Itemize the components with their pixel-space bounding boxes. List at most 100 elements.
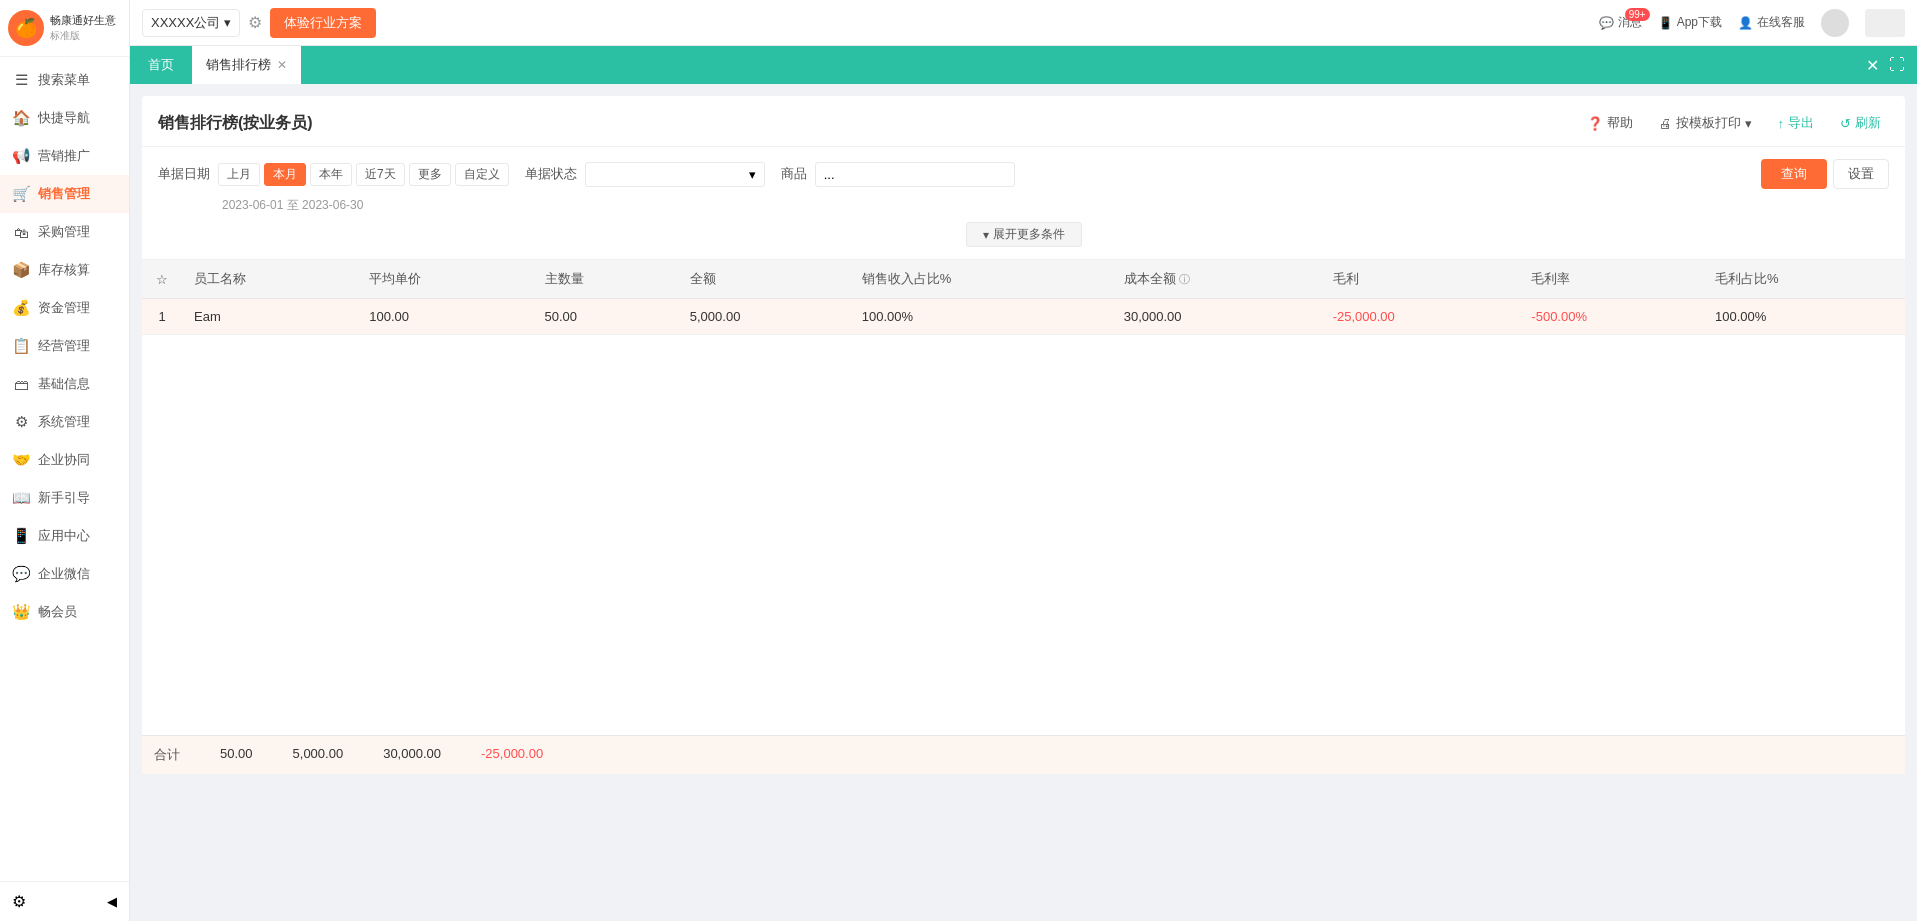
chevron-down-icon: ▾ [224, 15, 231, 30]
sidebar-label-sales: 销售管理 [38, 185, 90, 203]
export-label: 导出 [1788, 114, 1814, 132]
collapse-icon[interactable]: ◀ [107, 894, 117, 909]
sidebar-label-app-center: 应用中心 [38, 527, 90, 545]
goods-select[interactable]: ... [815, 162, 1015, 187]
expand-conditions-button[interactable]: ▾ 展开更多条件 [966, 222, 1082, 247]
sidebar-item-wechat[interactable]: 💬企业微信 [0, 555, 129, 593]
tab-close-icon[interactable]: ✕ [277, 58, 287, 72]
app-icon: 📱 [1658, 16, 1673, 30]
gear-icon[interactable]: ⚙ [248, 13, 262, 32]
message-icon: 💬 [1599, 16, 1614, 30]
export-button[interactable]: ↑ 导出 [1770, 110, 1823, 136]
logo-area: 🍊 畅康通好生意 标准版 [0, 0, 129, 57]
tab-home[interactable]: 首页 [130, 46, 192, 84]
settings-button[interactable]: 设置 [1833, 159, 1889, 189]
cell-gross: -25,000.00 [1321, 299, 1520, 335]
basic-info-icon: 🗃 [12, 376, 30, 393]
message-badge: 99+ [1625, 8, 1650, 21]
sidebar: 🍊 畅康通好生意 标准版 ☰搜索菜单🏠快捷导航📢营销推广 🛒 销售管理 🛍 采购管理 📦库… [0, 0, 130, 921]
marketing-icon: 📢 [12, 147, 30, 165]
sidebar-item-sales[interactable]: 🛒 销售管理 [0, 175, 129, 213]
sidebar-item-guide[interactable]: 📖新手引导 [0, 479, 129, 517]
expand-label: 展开更多条件 [993, 226, 1065, 243]
logo-name: 畅康通好生意 [50, 13, 116, 28]
settings-icon[interactable]: ⚙ [12, 892, 26, 911]
cost-info-icon[interactable]: ⓘ [1179, 273, 1190, 285]
date-range-display: 2023-06-01 至 2023-06-30 [222, 197, 1889, 214]
sidebar-item-app-center[interactable]: 📱应用中心 [0, 517, 129, 555]
message-group[interactable]: 💬 消息 99+ [1599, 14, 1642, 31]
help-button[interactable]: ❓ 帮助 [1579, 110, 1641, 136]
query-button[interactable]: 查询 [1761, 159, 1827, 189]
refresh-button[interactable]: ↺ 刷新 [1832, 110, 1889, 136]
sidebar-item-system[interactable]: ⚙系统管理 [0, 403, 129, 441]
tab-sales-rank[interactable]: 销售排行榜 ✕ [192, 46, 301, 84]
company-selector[interactable]: XXXXX公司 ▾ [142, 9, 240, 37]
inventory-icon: 📦 [12, 261, 30, 279]
footer-quantity-value: 50.00 [220, 746, 253, 764]
company-name: XXXXX公司 [151, 14, 220, 32]
print-button[interactable]: 🖨 按模板打印 ▾ [1651, 110, 1760, 136]
sidebar-item-purchase[interactable]: 🛍 采购管理 [0, 213, 129, 251]
status-select[interactable]: ▾ [585, 162, 765, 187]
purchase-icon: 🛍 [12, 224, 30, 241]
help-icon: ❓ [1587, 116, 1603, 131]
tab-right-controls: ✕ ⛶ [1866, 56, 1917, 75]
footer-cost-value: 30,000.00 [383, 746, 441, 764]
date-btn-this-month[interactable]: 本月 [264, 163, 306, 186]
app-download-group[interactable]: 📱 App下载 [1658, 14, 1722, 31]
sidebar-label-system: 系统管理 [38, 413, 90, 431]
online-service-group[interactable]: 👤 在线客服 [1738, 14, 1805, 31]
topbar-right: 💬 消息 99+ 📱 App下载 👤 在线客服 [1599, 9, 1905, 37]
sales-icon: 🛒 [12, 185, 30, 203]
cell-rank: 1 [142, 299, 182, 335]
sidebar-item-enterprise[interactable]: 🤝企业协同 [0, 441, 129, 479]
filter-row-1: 单据日期 上月 本月 本年 近7天 更多 自定义 单据状态 [158, 159, 1889, 189]
sidebar-item-finance[interactable]: 💰资金管理 [0, 289, 129, 327]
footer-quantity-item: 50.00 [220, 746, 253, 764]
table-footer: 合计 50.00 5,000.00 30,000.00 -25,000.00 [142, 735, 1905, 774]
enterprise-icon: 🤝 [12, 451, 30, 469]
col-sales-pct: 销售收入占比% [850, 260, 1112, 299]
cell-gross-pct: 100.00% [1703, 299, 1905, 335]
footer-gross-value: -25,000.00 [481, 746, 543, 764]
sidebar-label-member: 畅会员 [38, 603, 77, 621]
sidebar-label-wechat: 企业微信 [38, 565, 90, 583]
topbar: XXXXX公司 ▾ ⚙ 体验行业方案 💬 消息 99+ 📱 App下载 👤 在线… [130, 0, 1917, 46]
trial-button[interactable]: 体验行业方案 [270, 8, 376, 38]
sidebar-item-marketing[interactable]: 📢营销推广 [0, 137, 129, 175]
sidebar-item-member[interactable]: 👑 畅会员 [0, 593, 129, 631]
cell-name: Eam [182, 299, 357, 335]
date-btn-last-month[interactable]: 上月 [218, 163, 260, 186]
date-btn-more[interactable]: 更多 [409, 163, 451, 186]
sidebar-label-purchase: 采购管理 [38, 223, 90, 241]
status-filter-group: 单据状态 ▾ [525, 162, 765, 187]
sidebar-item-inventory[interactable]: 📦库存核算 [0, 251, 129, 289]
page-header: 销售排行榜(按业务员) ❓ 帮助 🖨 按模板打印 ▾ ↑ 导出 [142, 96, 1905, 147]
tab-close-window-icon[interactable]: ✕ [1866, 56, 1879, 75]
tab-bar: 首页 销售排行榜 ✕ ✕ ⛶ [130, 46, 1917, 84]
sidebar-label-finance: 资金管理 [38, 299, 90, 317]
service-icon: 👤 [1738, 16, 1753, 30]
sidebar-item-basic-info[interactable]: 🗃基础信息 [0, 365, 129, 403]
sidebar-item-quick-nav[interactable]: 🏠快捷导航 [0, 99, 129, 137]
date-btn-custom[interactable]: 自定义 [455, 163, 509, 186]
print-icon: 🖨 [1659, 116, 1672, 131]
date-filter-label: 单据日期 [158, 165, 210, 183]
goods-filter-group: 商品 ... [781, 162, 1015, 187]
status-chevron-icon: ▾ [749, 167, 756, 182]
table-row: 1 Eam 100.00 50.00 5,000.00 100.00% 30,0… [142, 299, 1905, 335]
cell-quantity: 50.00 [533, 299, 678, 335]
cell-cost: 30,000.00 [1112, 299, 1321, 335]
expand-chevron-icon: ▾ [983, 228, 989, 242]
user-avatar[interactable] [1821, 9, 1849, 37]
table-body: 1 Eam 100.00 50.00 5,000.00 100.00% 30,0… [142, 299, 1905, 335]
member-icon: 👑 [12, 603, 30, 621]
user-name-area[interactable] [1865, 9, 1905, 37]
tab-maximize-icon[interactable]: ⛶ [1889, 56, 1905, 74]
sidebar-item-search-order[interactable]: ☰搜索菜单 [0, 61, 129, 99]
date-btn-this-year[interactable]: 本年 [310, 163, 352, 186]
date-btn-7days[interactable]: 近7天 [356, 163, 405, 186]
sidebar-item-operations[interactable]: 📋经营管理 [0, 327, 129, 365]
guide-icon: 📖 [12, 489, 30, 507]
